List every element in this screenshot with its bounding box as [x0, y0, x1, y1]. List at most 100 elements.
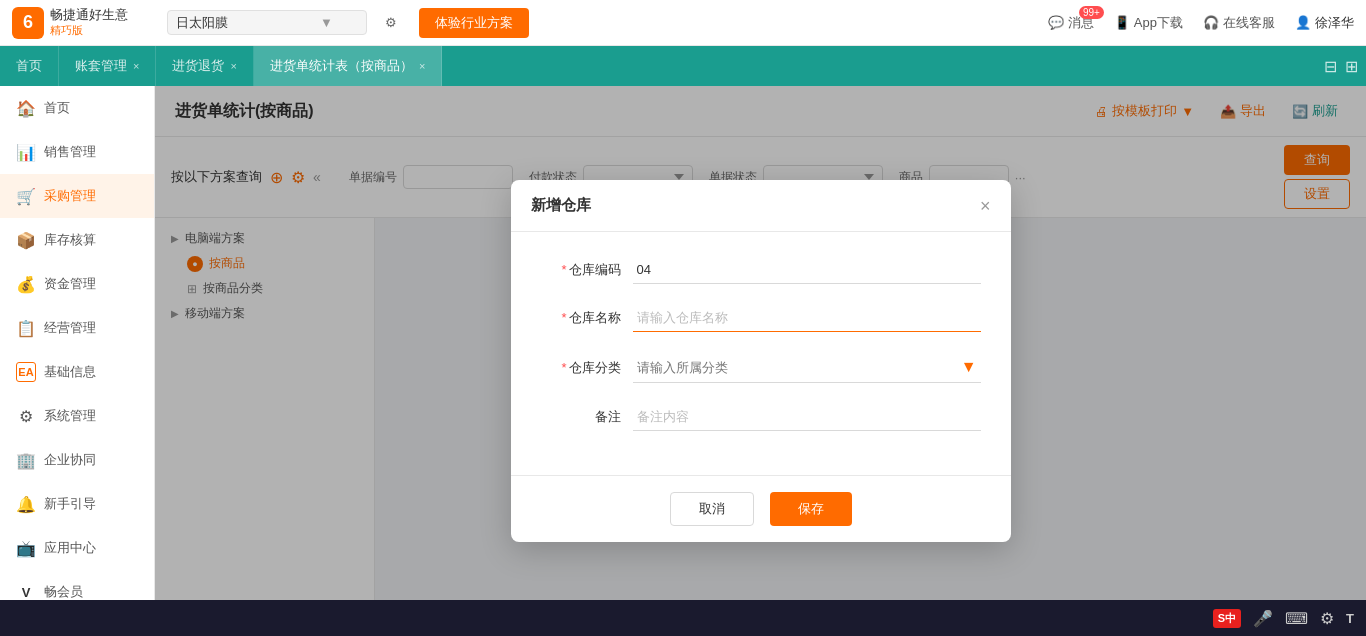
tab-account[interactable]: 账套管理 × — [59, 46, 156, 86]
remark-input[interactable] — [633, 403, 981, 431]
notification-item[interactable]: 💬 消息 99+ — [1048, 14, 1094, 32]
sidebar-item-home[interactable]: 🏠 首页 — [0, 86, 154, 130]
inventory-icon: 📦 — [16, 230, 36, 250]
tab-purchase-return[interactable]: 进货退货 × — [156, 46, 253, 86]
warehouse-code-input[interactable] — [633, 256, 981, 284]
category-dropdown-icon[interactable]: ▼ — [961, 358, 977, 376]
sidebar-item-purchase[interactable]: 🛒 采购管理 — [0, 174, 154, 218]
nav-tabs: 首页 账套管理 × 进货退货 × 进货单统计表（按商品） × ⊟ ⊞ — [0, 46, 1366, 86]
online-service-item[interactable]: 🎧 在线客服 — [1203, 14, 1275, 32]
phone-icon: 📱 — [1114, 15, 1130, 30]
ime-settings-icon[interactable]: ⚙ — [1320, 609, 1334, 628]
sidebar-item-finance[interactable]: 💰 资金管理 — [0, 262, 154, 306]
sidebar-item-guide[interactable]: 🔔 新手引导 — [0, 482, 154, 526]
sidebar-item-system[interactable]: ⚙ 系统管理 — [0, 394, 154, 438]
remark-row: 备注 — [541, 403, 981, 431]
warehouse-category-wrapper: ▼ — [633, 352, 981, 383]
keyboard-icon[interactable]: ⌨ — [1285, 609, 1308, 628]
enterprise-icon: 🏢 — [16, 450, 36, 470]
sidebar-enterprise-label: 企业协同 — [44, 451, 96, 469]
tab-account-close-icon[interactable]: × — [133, 60, 139, 72]
modal-body: 仓库编码 仓库名称 仓库分类 ▼ — [511, 232, 1011, 475]
sidebar-basic-info-label: 基础信息 — [44, 363, 96, 381]
tab-purchase-return-close-icon[interactable]: × — [230, 60, 236, 72]
modal-title: 新增仓库 — [531, 196, 591, 215]
sougou-logo: S中 — [1213, 609, 1241, 628]
search-dropdown-icon[interactable]: ▼ — [320, 15, 333, 30]
purchase-icon: 🛒 — [16, 186, 36, 206]
user-item[interactable]: 👤 徐泽华 — [1295, 14, 1354, 32]
sidebar-system-label: 系统管理 — [44, 407, 96, 425]
member-icon: V — [16, 582, 36, 602]
message-icon: 💬 — [1048, 15, 1064, 30]
warehouse-category-row: 仓库分类 ▼ — [541, 352, 981, 383]
sidebar-item-app-center[interactable]: 📺 应用中心 — [0, 526, 154, 570]
nav-prev-icon[interactable]: ⊟ — [1324, 57, 1337, 76]
warehouse-category-input[interactable] — [637, 360, 961, 375]
management-icon: 📋 — [16, 318, 36, 338]
tab-home[interactable]: 首页 — [0, 46, 59, 86]
sidebar-item-sales[interactable]: 📊 销售管理 — [0, 130, 154, 174]
remark-label: 备注 — [541, 408, 621, 426]
logo-icon: 6 — [12, 7, 44, 39]
nav-expand-icon[interactable]: ⊞ — [1345, 57, 1358, 76]
notification-badge: 99+ — [1079, 6, 1104, 19]
lang-toggle-icon[interactable]: T — [1346, 611, 1354, 626]
user-icon: 👤 — [1295, 15, 1311, 30]
sidebar-item-enterprise[interactable]: 🏢 企业协同 — [0, 438, 154, 482]
logo-title: 畅捷通好生意 — [50, 7, 128, 24]
settings-icon[interactable]: ⚙ — [375, 7, 407, 39]
top-header: 6 畅捷通好生意 精巧版 ▼ ⚙ 体验行业方案 💬 消息 99+ 📱 App下载… — [0, 0, 1366, 46]
tab-purchase-stats[interactable]: 进货单统计表（按商品） × — [254, 46, 442, 86]
sidebar-home-label: 首页 — [44, 99, 70, 117]
headset-icon: 🎧 — [1203, 15, 1219, 30]
sidebar-finance-label: 资金管理 — [44, 275, 96, 293]
content-area: 进货单统计(按商品) 🖨 按模板打印 ▼ 📤 导出 🔄 刷新 按以下方案查 — [155, 86, 1366, 636]
sidebar-item-inventory[interactable]: 📦 库存核算 — [0, 218, 154, 262]
cancel-button[interactable]: 取消 — [670, 492, 754, 526]
warehouse-code-row: 仓库编码 — [541, 256, 981, 284]
finance-icon: 💰 — [16, 274, 36, 294]
app-download-item[interactable]: 📱 App下载 — [1114, 14, 1183, 32]
account-tab-label: 账套管理 — [75, 57, 127, 75]
home-icon: 🏠 — [16, 98, 36, 118]
sidebar-item-basic-info[interactable]: EA 基础信息 — [0, 350, 154, 394]
sidebar-management-label: 经营管理 — [44, 319, 96, 337]
mic-icon[interactable]: 🎤 — [1253, 609, 1273, 628]
sougou-ime[interactable]: S中 — [1213, 609, 1241, 628]
warehouse-code-label: 仓库编码 — [541, 261, 621, 279]
logo-sub: 精巧版 — [50, 23, 128, 38]
logo-area: 6 畅捷通好生意 精巧版 — [12, 7, 167, 39]
home-tab-label: 首页 — [16, 57, 42, 75]
save-button[interactable]: 保存 — [770, 492, 852, 526]
app-center-icon: 📺 — [16, 538, 36, 558]
search-bar[interactable]: ▼ — [167, 10, 367, 35]
username: 徐泽华 — [1315, 14, 1354, 32]
warehouse-name-input[interactable] — [633, 304, 981, 332]
purchase-stats-tab-label: 进货单统计表（按商品） — [270, 57, 413, 75]
basic-info-icon: EA — [16, 362, 36, 382]
sidebar-member-label: 畅会员 — [44, 583, 83, 601]
sidebar: 🏠 首页 📊 销售管理 🛒 采购管理 📦 库存核算 💰 资金管理 📋 经营管理 … — [0, 86, 155, 636]
modal-header: 新增仓库 × — [511, 180, 1011, 232]
app-download-label: App下载 — [1134, 14, 1183, 32]
system-icon: ⚙ — [16, 406, 36, 426]
tab-purchase-stats-close-icon[interactable]: × — [419, 60, 425, 72]
nav-right-controls: ⊟ ⊞ — [1324, 57, 1366, 76]
modal-overlay: 新增仓库 × 仓库编码 仓库名称 仓库分类 — [155, 86, 1366, 636]
sidebar-app-center-label: 应用中心 — [44, 539, 96, 557]
sidebar-sales-label: 销售管理 — [44, 143, 96, 161]
sidebar-item-management[interactable]: 📋 经营管理 — [0, 306, 154, 350]
modal-footer: 取消 保存 — [511, 475, 1011, 542]
modal-new-warehouse: 新增仓库 × 仓库编码 仓库名称 仓库分类 — [511, 180, 1011, 542]
main-layout: 🏠 首页 📊 销售管理 🛒 采购管理 📦 库存核算 💰 资金管理 📋 经营管理 … — [0, 86, 1366, 636]
search-input[interactable] — [176, 15, 316, 30]
sidebar-guide-label: 新手引导 — [44, 495, 96, 513]
guide-icon: 🔔 — [16, 494, 36, 514]
sales-icon: 📊 — [16, 142, 36, 162]
purchase-return-tab-label: 进货退货 — [172, 57, 224, 75]
try-industry-button[interactable]: 体验行业方案 — [419, 8, 529, 38]
sidebar-inventory-label: 库存核算 — [44, 231, 96, 249]
sidebar-purchase-label: 采购管理 — [44, 187, 96, 205]
modal-close-button[interactable]: × — [980, 197, 991, 215]
